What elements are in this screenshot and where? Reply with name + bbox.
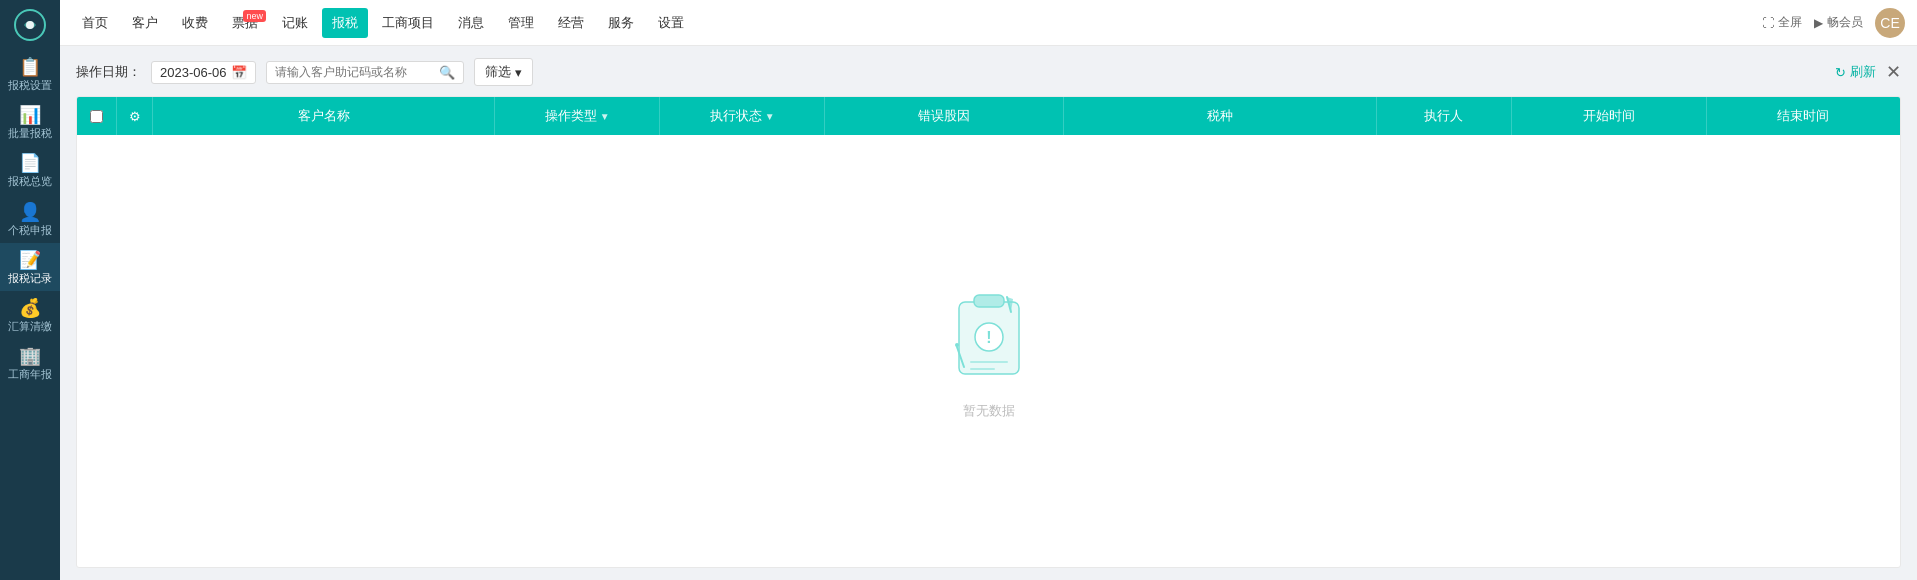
th-starttime: 开始时间 (1512, 97, 1706, 135)
nav-badge-ticket: new (243, 10, 266, 23)
svg-point-1 (26, 21, 34, 29)
fullscreen-label: 全屏 (1778, 14, 1802, 31)
tax-settings-label: 报税设置 (8, 79, 52, 92)
nav-item-service[interactable]: 服务 (598, 8, 644, 38)
sidebar-item-annual-report[interactable]: 🏢 工商年报 (0, 339, 60, 387)
th-name: 客户名称 (153, 97, 495, 135)
th-taxtype: 税种 (1064, 97, 1377, 135)
filter-button[interactable]: 筛选 ▾ (474, 58, 533, 86)
nav-items: 首页客户收费票据new记账报税工商项目消息管理经营服务设置 (72, 8, 1762, 38)
nav-item-fee[interactable]: 收费 (172, 8, 218, 38)
nav-item-operation[interactable]: 经营 (548, 8, 594, 38)
th-error: 错误股因 (825, 97, 1064, 135)
nav-item-customer[interactable]: 客户 (122, 8, 168, 38)
th-taxtype-label: 税种 (1207, 107, 1233, 125)
table-header: ⚙ 客户名称 操作类型 ▼ 执行状态 ▼ 错误股因 税种 (77, 97, 1900, 135)
batch-tax-label: 批量报税 (8, 127, 52, 140)
th-error-label: 错误股因 (918, 107, 970, 125)
sidebar: 📋 报税设置📊 批量报税📄 报税总览👤 个税申报📝 报税记录💰 汇算清缴🏢 工商… (0, 0, 60, 580)
empty-illustration: ! (939, 282, 1039, 392)
tax-overview-icon: 📄 (19, 154, 41, 172)
sidebar-item-tax-overview[interactable]: 📄 报税总览 (0, 146, 60, 194)
calendar-icon: 📅 (231, 65, 247, 80)
gear-icon: ⚙ (129, 109, 141, 124)
annual-report-label: 工商年报 (8, 368, 52, 381)
fullscreen-icon: ⛶ (1762, 16, 1774, 30)
select-all-checkbox[interactable] (90, 110, 103, 123)
sidebar-item-tax-record[interactable]: 📝 报税记录 (0, 243, 60, 291)
content-area: 操作日期： 2023-06-06 📅 🔍 筛选 ▾ ↻ 刷新 ✕ (60, 46, 1917, 580)
batch-tax-icon: 📊 (19, 106, 41, 124)
refresh-label: 刷新 (1850, 63, 1876, 81)
svg-text:!: ! (986, 329, 991, 346)
status-sort-icon: ▼ (765, 111, 775, 122)
th-starttime-label: 开始时间 (1583, 107, 1635, 125)
nav-item-home[interactable]: 首页 (72, 8, 118, 38)
member-button[interactable]: ▶ 畅会员 (1814, 14, 1863, 31)
optype-sort-icon: ▼ (600, 111, 610, 122)
close-button[interactable]: ✕ (1886, 63, 1901, 81)
annual-report-icon: 🏢 (19, 347, 41, 365)
topnav-right: ⛶ 全屏 ▶ 畅会员 CE (1762, 8, 1905, 38)
table-body: ! 暂无数据 (77, 135, 1900, 567)
nav-item-manage[interactable]: 管理 (498, 8, 544, 38)
chevron-down-icon: ▾ (515, 65, 522, 80)
top-navigation: 首页客户收费票据new记账报税工商项目消息管理经营服务设置 ⛶ 全屏 ▶ 畅会员… (60, 0, 1917, 46)
settlement-label: 汇算清缴 (8, 320, 52, 333)
date-picker[interactable]: 2023-06-06 📅 (151, 61, 256, 84)
date-value: 2023-06-06 (160, 65, 227, 80)
settlement-icon: 💰 (19, 299, 41, 317)
search-box: 🔍 (266, 61, 464, 84)
th-endtime: 结束时间 (1707, 97, 1900, 135)
member-label: 畅会员 (1827, 14, 1863, 31)
th-name-label: 客户名称 (298, 107, 350, 125)
sidebar-item-personal-tax[interactable]: 👤 个税申报 (0, 195, 60, 243)
refresh-icon: ↻ (1835, 65, 1846, 80)
app-logo (0, 0, 60, 50)
th-status-label: 执行状态 (710, 107, 762, 125)
th-status[interactable]: 执行状态 ▼ (660, 97, 825, 135)
nav-item-settings[interactable]: 设置 (648, 8, 694, 38)
nav-item-tax[interactable]: 报税 (322, 8, 368, 38)
th-optype[interactable]: 操作类型 ▼ (495, 97, 660, 135)
search-icon: 🔍 (439, 65, 455, 80)
nav-item-ticket[interactable]: 票据new (222, 8, 268, 38)
tax-settings-icon: 📋 (19, 58, 41, 76)
th-executor-label: 执行人 (1424, 107, 1463, 125)
avatar-text: CE (1880, 15, 1899, 31)
nav-item-bookkeeping[interactable]: 记账 (272, 8, 318, 38)
th-gear[interactable]: ⚙ (117, 97, 153, 135)
svg-rect-3 (974, 295, 1004, 307)
member-icon: ▶ (1814, 16, 1823, 30)
search-input[interactable] (275, 65, 435, 79)
nav-item-message[interactable]: 消息 (448, 8, 494, 38)
fullscreen-button[interactable]: ⛶ 全屏 (1762, 14, 1802, 31)
empty-text: 暂无数据 (963, 402, 1015, 420)
svg-point-11 (955, 343, 959, 347)
personal-tax-label: 个税申报 (8, 224, 52, 237)
avatar[interactable]: CE (1875, 8, 1905, 38)
sidebar-item-settlement[interactable]: 💰 汇算清缴 (0, 291, 60, 339)
main-area: 首页客户收费票据new记账报税工商项目消息管理经营服务设置 ⛶ 全屏 ▶ 畅会员… (60, 0, 1917, 580)
tax-record-icon: 📝 (19, 251, 41, 269)
refresh-button[interactable]: ↻ 刷新 (1835, 63, 1876, 81)
sidebar-item-batch-tax[interactable]: 📊 批量报税 (0, 98, 60, 146)
date-label: 操作日期： (76, 63, 141, 81)
personal-tax-icon: 👤 (19, 203, 41, 221)
th-optype-label: 操作类型 (545, 107, 597, 125)
th-checkbox[interactable] (77, 97, 117, 135)
th-endtime-label: 结束时间 (1777, 107, 1829, 125)
data-table: ⚙ 客户名称 操作类型 ▼ 执行状态 ▼ 错误股因 税种 (76, 96, 1901, 568)
tax-record-label: 报税记录 (8, 272, 52, 285)
sidebar-item-tax-settings[interactable]: 📋 报税设置 (0, 50, 60, 98)
toolbar: 操作日期： 2023-06-06 📅 🔍 筛选 ▾ ↻ 刷新 ✕ (76, 58, 1901, 86)
filter-label: 筛选 (485, 63, 511, 81)
tax-overview-label: 报税总览 (8, 175, 52, 188)
nav-item-business[interactable]: 工商项目 (372, 8, 444, 38)
th-executor: 执行人 (1377, 97, 1512, 135)
